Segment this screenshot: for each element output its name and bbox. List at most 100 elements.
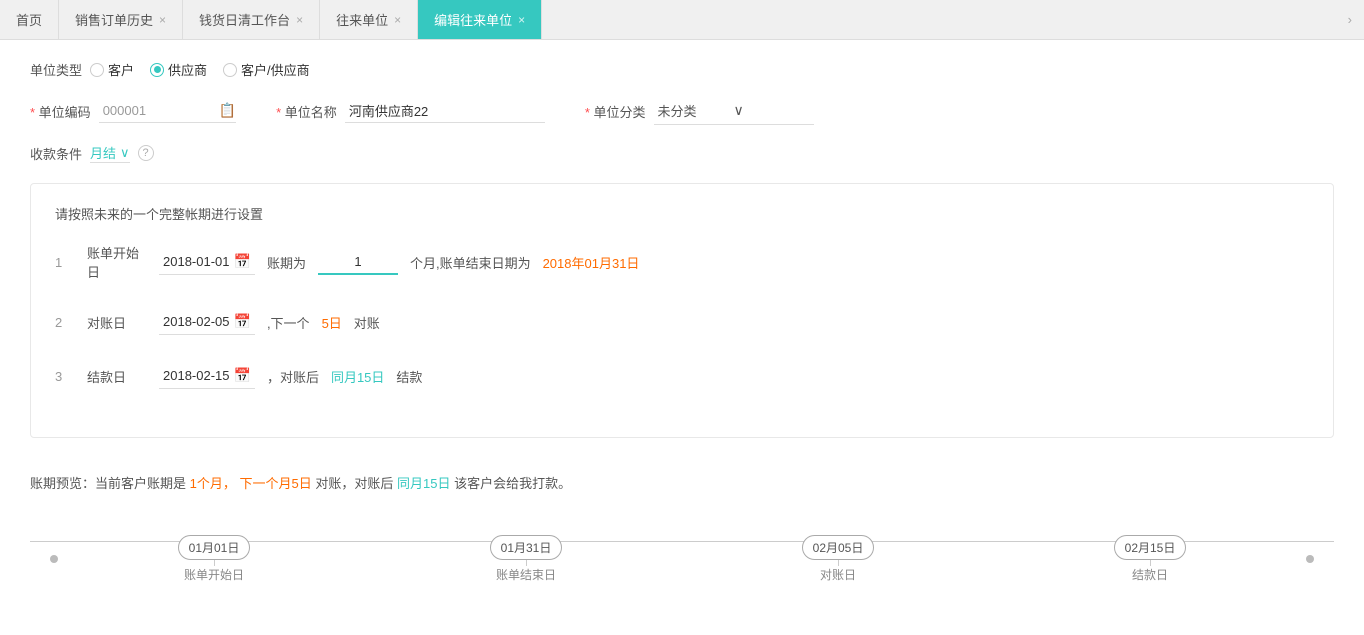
radio-supplier[interactable]: 供应商 [150, 60, 207, 79]
tab-sales-history[interactable]: 销售订单历史 × [59, 0, 183, 39]
timeline-label-4: 结款日 [1132, 566, 1168, 583]
tab-edit-partner-label: 编辑往来单位 [434, 10, 512, 29]
unit-class-select[interactable]: 未分类 ∨ [654, 97, 814, 125]
unit-code-input[interactable] [99, 99, 219, 122]
setting-row-2: 2 对账日 2018-02-05 📅 ,下一个 5日 对账 [55, 309, 1309, 335]
timeline-right-dot [1306, 555, 1314, 563]
copy-icon[interactable]: 📋 [219, 102, 236, 119]
unit-name-input[interactable] [345, 99, 545, 123]
radio-customer-label: 客户 [108, 60, 134, 79]
unit-type-radio-group: 客户 供应商 客户/供应商 [90, 60, 310, 79]
preview-mid: 对账，对账后 [315, 476, 393, 491]
unit-code-input-group: 📋 [99, 99, 236, 123]
unit-class-item: 单位分类 未分类 ∨ [585, 97, 814, 125]
unit-name-item: 单位名称 [276, 99, 545, 123]
radio-customer-circle [90, 63, 104, 77]
radio-customer[interactable]: 客户 [90, 60, 134, 79]
unit-name-label: 单位名称 [276, 102, 337, 121]
period-unit-text: 个月,账单结束日期为 [410, 253, 531, 272]
reconcile-suffix: 对账 [354, 313, 380, 332]
tab-home[interactable]: 首页 [0, 0, 59, 39]
radio-both[interactable]: 客户/供应商 [223, 60, 310, 79]
payment-date-group: 2018-02-15 📅 [159, 363, 255, 389]
timeline-point-3: 02月05日 对账日 [802, 535, 875, 583]
unit-class-value: 未分类 [658, 101, 734, 120]
tab-cashier-label: 钱货日清工作台 [199, 10, 290, 29]
timeline-point-1: 01月01日 账单开始日 [178, 535, 251, 583]
tab-edit-partner[interactable]: 编辑往来单位 × [418, 0, 542, 39]
radio-supplier-circle [150, 63, 164, 77]
timeline-label-3: 对账日 [820, 566, 856, 583]
tab-partners[interactable]: 往来单位 × [320, 0, 418, 39]
setting-num-1: 1 [55, 255, 75, 270]
setting-num-3: 3 [55, 369, 75, 384]
tabs-scroll-arrow[interactable]: › [1336, 0, 1364, 39]
timeline-badge-2: 01月31日 [490, 535, 563, 560]
setting-row-3: 3 结款日 2018-02-15 📅 ，对账后 同月15日 结款 [55, 363, 1309, 389]
unit-type-item: 单位类型 客户 供应商 客户/供应商 [30, 60, 310, 79]
form-section: 单位类型 客户 供应商 客户/供应商 [30, 60, 1334, 163]
payment-date-value: 2018-02-15 [163, 368, 230, 383]
radio-both-label: 客户/供应商 [241, 60, 310, 79]
settings-card: 请按照未来的一个完整帐期进行设置 1 账单开始日 2018-01-01 📅 账期… [30, 183, 1334, 438]
unit-class-label: 单位分类 [585, 102, 646, 121]
unit-code-label: 单位编码 [30, 102, 91, 121]
radio-both-circle [223, 63, 237, 77]
payment-help-icon[interactable]: ? [138, 145, 154, 161]
payment-value: 月结 [90, 143, 116, 162]
reconcile-prefix: ,下一个 [267, 313, 310, 332]
tab-partners-label: 往来单位 [336, 10, 388, 29]
timeline-left-dot [50, 555, 58, 563]
setting-label-3: 结款日 [87, 367, 147, 386]
preview-period: 1个月， [190, 476, 236, 491]
payment-select[interactable]: 月结 ∨ [90, 143, 130, 163]
tabs-bar: 首页 销售订单历史 × 钱货日清工作台 × 往来单位 × 编辑往来单位 × › [0, 0, 1364, 40]
end-date-highlight: 2018年01月31日 [543, 253, 640, 272]
unit-details-row: 单位编码 📋 单位名称 单位分类 未分类 ∨ [30, 97, 1334, 125]
tab-partners-close[interactable]: × [394, 13, 401, 27]
payment-date-cal-icon[interactable]: 📅 [234, 367, 251, 384]
payment-label: 收款条件 [30, 144, 82, 163]
start-date-cal-icon[interactable]: 📅 [234, 253, 251, 270]
setting-label-2: 对账日 [87, 313, 147, 332]
timeline-point-2: 01月31日 账单结束日 [490, 535, 563, 583]
period-input[interactable] [318, 250, 398, 275]
preview-reconcile-day: 下一个月5日 [240, 476, 312, 491]
tab-sales-history-label: 销售订单历史 [75, 10, 153, 29]
unit-type-row: 单位类型 客户 供应商 客户/供应商 [30, 60, 1334, 79]
preview-payment-day: 同月15日 [397, 476, 450, 491]
radio-supplier-label: 供应商 [168, 60, 207, 79]
reconcile-date-group: 2018-02-05 📅 [159, 309, 255, 335]
unit-type-label: 单位类型 [30, 60, 82, 79]
period-prefix: 账期为 [267, 253, 306, 272]
tab-home-label: 首页 [16, 10, 42, 29]
payment-day-highlight: 同月15日 [331, 367, 384, 386]
setting-label-1: 账单开始日 [87, 243, 147, 281]
tab-edit-partner-close[interactable]: × [518, 13, 525, 27]
preview-section: 账期预览：当前客户账期是 1个月， 下一个月5日 对账，对账后 同月15日 该客… [30, 458, 1334, 615]
reconcile-day-highlight: 5日 [322, 313, 342, 332]
payment-suffix: 结款 [396, 367, 422, 386]
timeline-point-4: 02月15日 结款日 [1114, 535, 1187, 583]
timeline-badge-1: 01月01日 [178, 535, 251, 560]
payment-prefix: ，对账后 [267, 367, 319, 386]
tab-sales-history-close[interactable]: × [159, 13, 166, 27]
reconcile-date-cal-icon[interactable]: 📅 [234, 313, 251, 330]
tab-cashier[interactable]: 钱货日清工作台 × [183, 0, 320, 39]
timeline-badge-3: 02月05日 [802, 535, 875, 560]
start-date-group: 2018-01-01 📅 [159, 249, 255, 275]
settings-title: 请按照未来的一个完整帐期进行设置 [55, 204, 1309, 223]
payment-dropdown-icon: ∨ [120, 145, 130, 161]
tab-cashier-close[interactable]: × [296, 13, 303, 27]
setting-num-2: 2 [55, 315, 75, 330]
preview-text: 账期预览：当前客户账期是 1个月， 下一个月5日 对账，对账后 同月15日 该客… [30, 474, 1334, 495]
timeline: 01月01日 账单开始日 01月31日 账单结束日 02月05日 对账日 [30, 519, 1334, 599]
preview-label: 账期预览：当前客户账期是 [30, 476, 186, 491]
main-content: 单位类型 客户 供应商 客户/供应商 [0, 40, 1364, 635]
preview-end: 该客户会给我打款。 [454, 476, 571, 491]
unit-class-arrow-icon: ∨ [734, 102, 810, 119]
payment-row: 收款条件 月结 ∨ ? [30, 143, 1334, 163]
timeline-label-2: 账单结束日 [496, 566, 556, 583]
timeline-badge-4: 02月15日 [1114, 535, 1187, 560]
reconcile-date-value: 2018-02-05 [163, 314, 230, 329]
